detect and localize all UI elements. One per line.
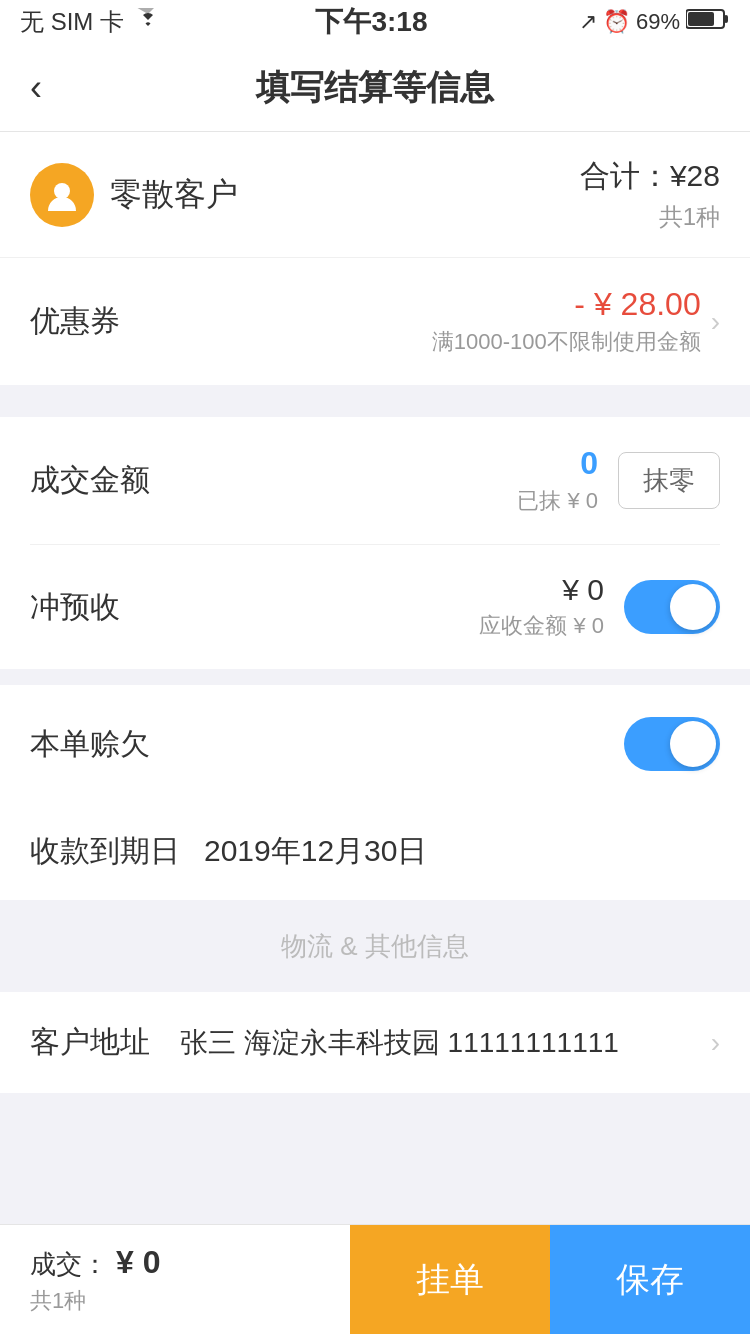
coupon-desc: 满1000-100不限制使用金额 (432, 327, 701, 357)
logistics-divider: 物流 & 其他信息 (0, 916, 750, 976)
bottom-deal-amount: ¥ 0 (116, 1244, 160, 1281)
address-section[interactable]: 客户地址 张三 海淀永丰科技园 11111111111 › (0, 992, 750, 1093)
customer-row: 零散客户 合计：¥28 共1种 (0, 132, 750, 257)
address-value: 张三 海淀永丰科技园 11111111111 (180, 1024, 701, 1062)
due-date-label: 收款到期日 (30, 831, 180, 872)
location-icon: ↗ (579, 9, 597, 35)
save-button[interactable]: 保存 (550, 1225, 750, 1335)
battery-text: 69% (636, 9, 680, 35)
bottom-left-info: 成交： ¥ 0 共1种 (30, 1244, 350, 1316)
back-button[interactable]: ‹ (30, 67, 42, 109)
total-amount: 合计：¥28 (580, 156, 720, 197)
due-date-value: 2019年12月30日 (204, 831, 427, 872)
coupon-label: 优惠券 (30, 301, 120, 342)
due-date-section: 收款到期日 2019年12月30日 (0, 803, 750, 900)
no-sim-text: 无 SIM 卡 (20, 6, 124, 38)
svg-rect-1 (724, 15, 728, 23)
bottom-row1: 成交： ¥ 0 (30, 1244, 350, 1282)
prepay-right: ¥ 0 应收金额 ¥ 0 (479, 573, 720, 641)
bottom-bar: 成交： ¥ 0 共1种 挂单 保存 (0, 1224, 750, 1334)
credit-row: 本单赊欠 (30, 685, 720, 803)
deal-right: 0 已抹 ¥ 0 抹零 (517, 445, 720, 516)
deal-label: 成交金额 (30, 460, 150, 501)
credit-label: 本单赊欠 (30, 724, 150, 765)
section-divider-3 (0, 900, 750, 916)
deal-value-col: 0 已抹 ¥ 0 (517, 445, 598, 516)
prepay-sub: 应收金额 ¥ 0 (479, 611, 604, 641)
customer-total: 合计：¥28 共1种 (580, 156, 720, 233)
deal-sub: 已抹 ¥ 0 (517, 486, 598, 516)
section-divider-2 (0, 669, 750, 685)
deal-amount-row: 成交金额 0 已抹 ¥ 0 抹零 (30, 417, 720, 545)
credit-toggle-knob (670, 721, 716, 767)
section-divider-4 (0, 976, 750, 992)
logistics-text: 物流 & 其他信息 (281, 929, 469, 964)
hang-button[interactable]: 挂单 (350, 1225, 550, 1335)
bottom-count: 共1种 (30, 1286, 350, 1316)
bottom-deal-label: 成交： (30, 1247, 108, 1282)
chevron-right-icon: › (711, 306, 720, 338)
battery-icon (686, 8, 730, 36)
prepay-label: 冲预收 (30, 587, 120, 628)
status-bar: 无 SIM 卡 下午3:18 ↗ ⏰ 69% (0, 0, 750, 44)
round-zero-button[interactable]: 抹零 (618, 452, 720, 509)
address-label: 客户地址 (30, 1022, 150, 1063)
nav-title: 填写结算等信息 (256, 65, 494, 111)
prepay-toggle[interactable] (624, 580, 720, 634)
nav-bar: ‹ 填写结算等信息 (0, 44, 750, 132)
deal-amount-value: 0 (517, 445, 598, 482)
section-divider-1 (0, 401, 750, 417)
customer-info: 零散客户 (30, 163, 238, 227)
customer-section: 零散客户 合计：¥28 共1种 优惠券 - ¥ 28.00 满1000-100不… (0, 132, 750, 385)
prepay-value-col: ¥ 0 应收金额 ¥ 0 (479, 573, 604, 641)
bottom-summary: 成交： ¥ 0 共1种 (0, 1244, 350, 1316)
coupon-value: - ¥ 28.00 满1000-100不限制使用金额 (432, 286, 701, 357)
credit-toggle[interactable] (624, 717, 720, 771)
status-left: 无 SIM 卡 (20, 6, 164, 38)
coupon-right: - ¥ 28.00 满1000-100不限制使用金额 › (432, 286, 720, 357)
credit-section: 本单赊欠 (0, 685, 750, 803)
prepay-row: 冲预收 ¥ 0 应收金额 ¥ 0 (30, 545, 720, 669)
address-chevron-icon: › (711, 1027, 720, 1059)
customer-avatar (30, 163, 94, 227)
customer-name: 零散客户 (110, 173, 238, 217)
svg-rect-2 (688, 12, 714, 26)
alarm-icon: ⏰ (603, 9, 630, 35)
coupon-amount: - ¥ 28.00 (432, 286, 701, 323)
coupon-row[interactable]: 优惠券 - ¥ 28.00 满1000-100不限制使用金额 › (0, 257, 750, 385)
status-time: 下午3:18 (315, 3, 427, 41)
prepay-amount: ¥ 0 (479, 573, 604, 607)
deal-section: 成交金额 0 已抹 ¥ 0 抹零 冲预收 ¥ 0 应收金额 ¥ 0 (0, 417, 750, 669)
status-right: ↗ ⏰ 69% (579, 8, 730, 36)
toggle-knob (670, 584, 716, 630)
svg-point-3 (54, 183, 70, 199)
wifi-icon (132, 8, 164, 36)
total-count: 共1种 (580, 201, 720, 233)
